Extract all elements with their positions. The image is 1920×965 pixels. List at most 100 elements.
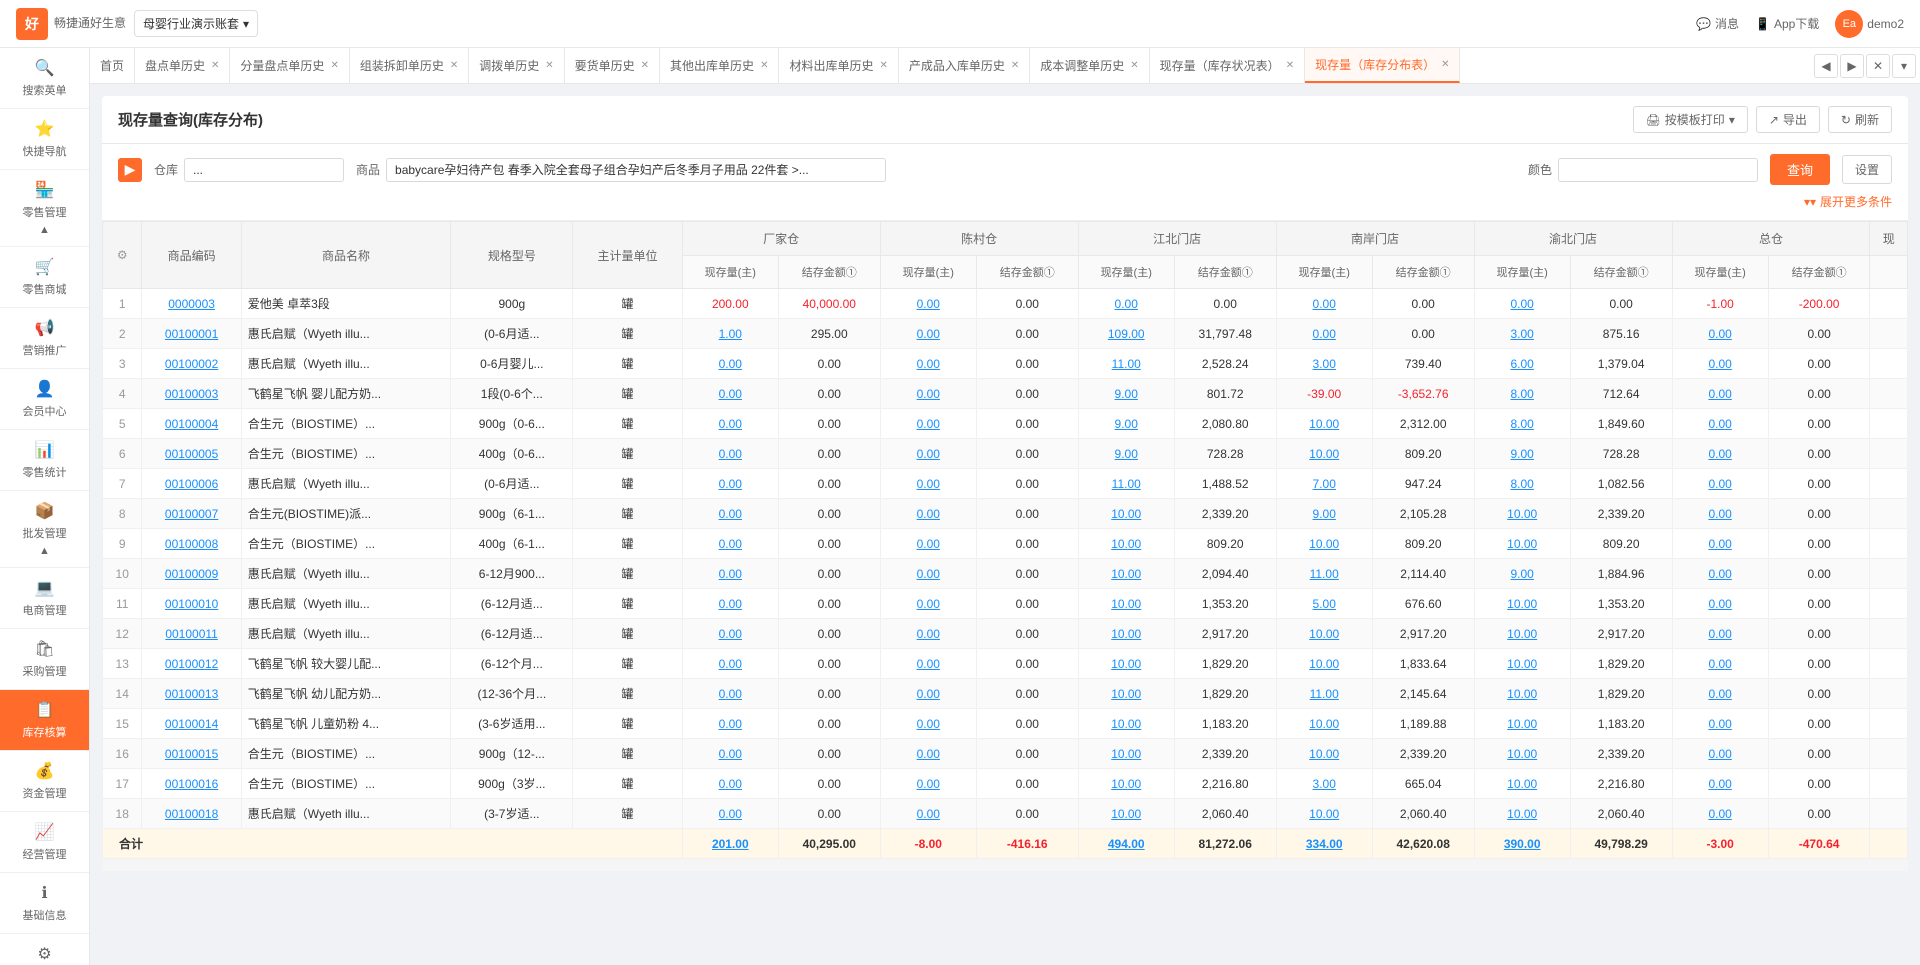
cell-total-qty[interactable]: 0.00 <box>1672 409 1768 439</box>
cell-wh2-qty[interactable]: 0.00 <box>880 619 976 649</box>
cell-wh1-qty[interactable]: 0.00 <box>682 379 778 409</box>
refresh-btn[interactable]: ↻ 刷新 <box>1828 106 1892 133</box>
tab-order[interactable]: 要货单历史✕ <box>565 48 660 83</box>
cell-wh2-qty[interactable]: 0.00 <box>880 439 976 469</box>
cell-wh2-qty[interactable]: 0.00 <box>880 649 976 679</box>
cell-wh2-qty[interactable]: 0.00 <box>880 409 976 439</box>
tab-next-btn[interactable]: ▶ <box>1840 54 1864 78</box>
sidebar-item-mall[interactable]: 🛒 零售商城 <box>0 247 89 308</box>
cell-wh2-qty[interactable]: 0.00 <box>880 469 976 499</box>
close-icon[interactable]: ✕ <box>641 60 649 71</box>
cell-wh4-qty[interactable]: -39.00 <box>1276 379 1372 409</box>
cell-total-qty[interactable]: 0.00 <box>1672 709 1768 739</box>
cell-wh1-qty[interactable]: 0.00 <box>682 619 778 649</box>
cell-wh1-qty[interactable]: 0.00 <box>682 799 778 829</box>
cell-total-qty[interactable]: 0.00 <box>1672 769 1768 799</box>
warehouse-input[interactable] <box>184 158 344 182</box>
tab-cost-adjust[interactable]: 成本调整单历史✕ <box>1030 48 1149 83</box>
sidebar-item-system[interactable]: ⚙ 系统管理 <box>0 934 89 965</box>
cell-total-qty[interactable]: 0.00 <box>1672 739 1768 769</box>
cell-wh4-qty[interactable]: 10.00 <box>1276 439 1372 469</box>
cell-wh1-qty[interactable]: 0.00 <box>682 439 778 469</box>
cell-wh2-qty[interactable]: 0.00 <box>880 289 976 319</box>
cell-wh5-qty[interactable]: 3.00 <box>1474 319 1570 349</box>
cell-total-qty[interactable]: 0.00 <box>1672 469 1768 499</box>
cell-wh5-qty[interactable]: 10.00 <box>1474 649 1570 679</box>
cell-total-qty[interactable]: 0.00 <box>1672 379 1768 409</box>
cell-wh2-qty[interactable]: 0.00 <box>880 349 976 379</box>
tab-assembly[interactable]: 组装拆卸单历史✕ <box>350 48 469 83</box>
cell-wh4-qty[interactable]: 10.00 <box>1276 619 1372 649</box>
cell-wh3-qty[interactable]: 10.00 <box>1078 589 1174 619</box>
tab-close-btn[interactable]: ✕ <box>1866 54 1890 78</box>
color-input[interactable] <box>1558 158 1758 182</box>
cell-wh3-qty[interactable]: 10.00 <box>1078 499 1174 529</box>
sidebar-item-retail-mgmt[interactable]: 🏪 零售管理 ▲ <box>0 170 89 247</box>
cell-wh4-qty[interactable]: 9.00 <box>1276 499 1372 529</box>
expand-conditions-btn[interactable]: ▾▾ 展开更多条件 <box>1804 193 1892 210</box>
sidebar-item-wholesale[interactable]: 📦 批发管理 ▲ <box>0 491 89 568</box>
cell-wh2-qty[interactable]: 0.00 <box>880 589 976 619</box>
tab-stock-status[interactable]: 现存量（库存状况表）✕ <box>1150 48 1305 83</box>
cell-wh3-qty[interactable]: 10.00 <box>1078 649 1174 679</box>
toggle-filter-btn[interactable]: ▶ <box>118 158 142 182</box>
cell-wh3-qty[interactable]: 10.00 <box>1078 709 1174 739</box>
cell-wh1-qty[interactable]: 0.00 <box>682 739 778 769</box>
sidebar-item-search[interactable]: 🔍 搜索英单 <box>0 48 89 109</box>
cell-wh1-qty[interactable]: 0.00 <box>682 679 778 709</box>
sidebar-item-marketing[interactable]: 📢 营销推广 <box>0 308 89 369</box>
sidebar-item-member[interactable]: 👤 会员中心 <box>0 369 89 430</box>
cell-wh4-qty[interactable]: 10.00 <box>1276 709 1372 739</box>
cell-wh4-qty[interactable]: 10.00 <box>1276 799 1372 829</box>
cell-wh1-qty[interactable]: 0.00 <box>682 709 778 739</box>
cell-total-qty[interactable]: 0.00 <box>1672 499 1768 529</box>
cell-wh1-qty[interactable]: 0.00 <box>682 349 778 379</box>
cell-wh3-qty[interactable]: 109.00 <box>1078 319 1174 349</box>
cell-wh2-qty[interactable]: 0.00 <box>880 499 976 529</box>
cell-wh5-qty[interactable]: 10.00 <box>1474 799 1570 829</box>
cell-wh5-qty[interactable]: 10.00 <box>1474 769 1570 799</box>
cell-wh4-qty[interactable]: 11.00 <box>1276 559 1372 589</box>
cell-wh2-qty[interactable]: 0.00 <box>880 529 976 559</box>
cell-wh4-qty[interactable]: 7.00 <box>1276 469 1372 499</box>
sidebar-item-purchase[interactable]: 🛍 采购管理 <box>0 629 89 690</box>
cell-wh1-qty[interactable]: 0.00 <box>682 499 778 529</box>
cell-wh4-qty[interactable]: 10.00 <box>1276 529 1372 559</box>
sidebar-item-inventory[interactable]: 📋 库存核算 <box>0 690 89 751</box>
cell-wh4-qty[interactable]: 5.00 <box>1276 589 1372 619</box>
cell-wh5-qty[interactable]: 8.00 <box>1474 469 1570 499</box>
cell-wh4-qty[interactable]: 10.00 <box>1276 409 1372 439</box>
cell-wh3-qty[interactable]: 9.00 <box>1078 439 1174 469</box>
tab-split-check[interactable]: 分量盘点单历史✕ <box>230 48 349 83</box>
cell-wh3-qty[interactable]: 11.00 <box>1078 349 1174 379</box>
cell-wh3-qty[interactable]: 0.00 <box>1078 289 1174 319</box>
cell-total-qty[interactable]: 0.00 <box>1672 799 1768 829</box>
cell-total-qty[interactable]: 0.00 <box>1672 529 1768 559</box>
close-icon[interactable]: ✕ <box>450 60 458 71</box>
tab-transfer[interactable]: 调拨单历史✕ <box>469 48 564 83</box>
summary-total-qty[interactable]: -3.00 <box>1672 829 1768 859</box>
cell-total-qty[interactable]: 0.00 <box>1672 439 1768 469</box>
cell-wh4-qty[interactable]: 10.00 <box>1276 739 1372 769</box>
tab-menu-btn[interactable]: ▾ <box>1892 54 1916 78</box>
tab-stock-dist[interactable]: 现存量（库存分布表）✕ <box>1305 48 1460 83</box>
summary-wh1-qty[interactable]: 201.00 <box>682 829 778 859</box>
cell-wh3-qty[interactable]: 10.00 <box>1078 529 1174 559</box>
cell-total-qty[interactable]: 0.00 <box>1672 679 1768 709</box>
cell-wh2-qty[interactable]: 0.00 <box>880 739 976 769</box>
tab-other-out[interactable]: 其他出库单历史✕ <box>660 48 779 83</box>
cell-wh4-qty[interactable]: 0.00 <box>1276 319 1372 349</box>
cell-wh2-qty[interactable]: 0.00 <box>880 379 976 409</box>
cell-wh3-qty[interactable]: 10.00 <box>1078 799 1174 829</box>
summary-wh2-qty[interactable]: -8.00 <box>880 829 976 859</box>
cell-wh4-qty[interactable]: 11.00 <box>1276 679 1372 709</box>
message-btn[interactable]: 💬 消息 <box>1696 15 1739 32</box>
close-icon[interactable]: ✕ <box>1130 60 1138 71</box>
tab-product-in[interactable]: 产成品入库单历史✕ <box>899 48 1030 83</box>
export-btn[interactable]: ↗ 导出 <box>1756 106 1820 133</box>
cell-wh1-qty[interactable]: 0.00 <box>682 589 778 619</box>
cell-wh1-qty[interactable]: 0.00 <box>682 769 778 799</box>
tab-prev-btn[interactable]: ◀ <box>1814 54 1838 78</box>
sidebar-item-info[interactable]: ℹ 基础信息 <box>0 873 89 934</box>
cell-wh2-qty[interactable]: 0.00 <box>880 799 976 829</box>
